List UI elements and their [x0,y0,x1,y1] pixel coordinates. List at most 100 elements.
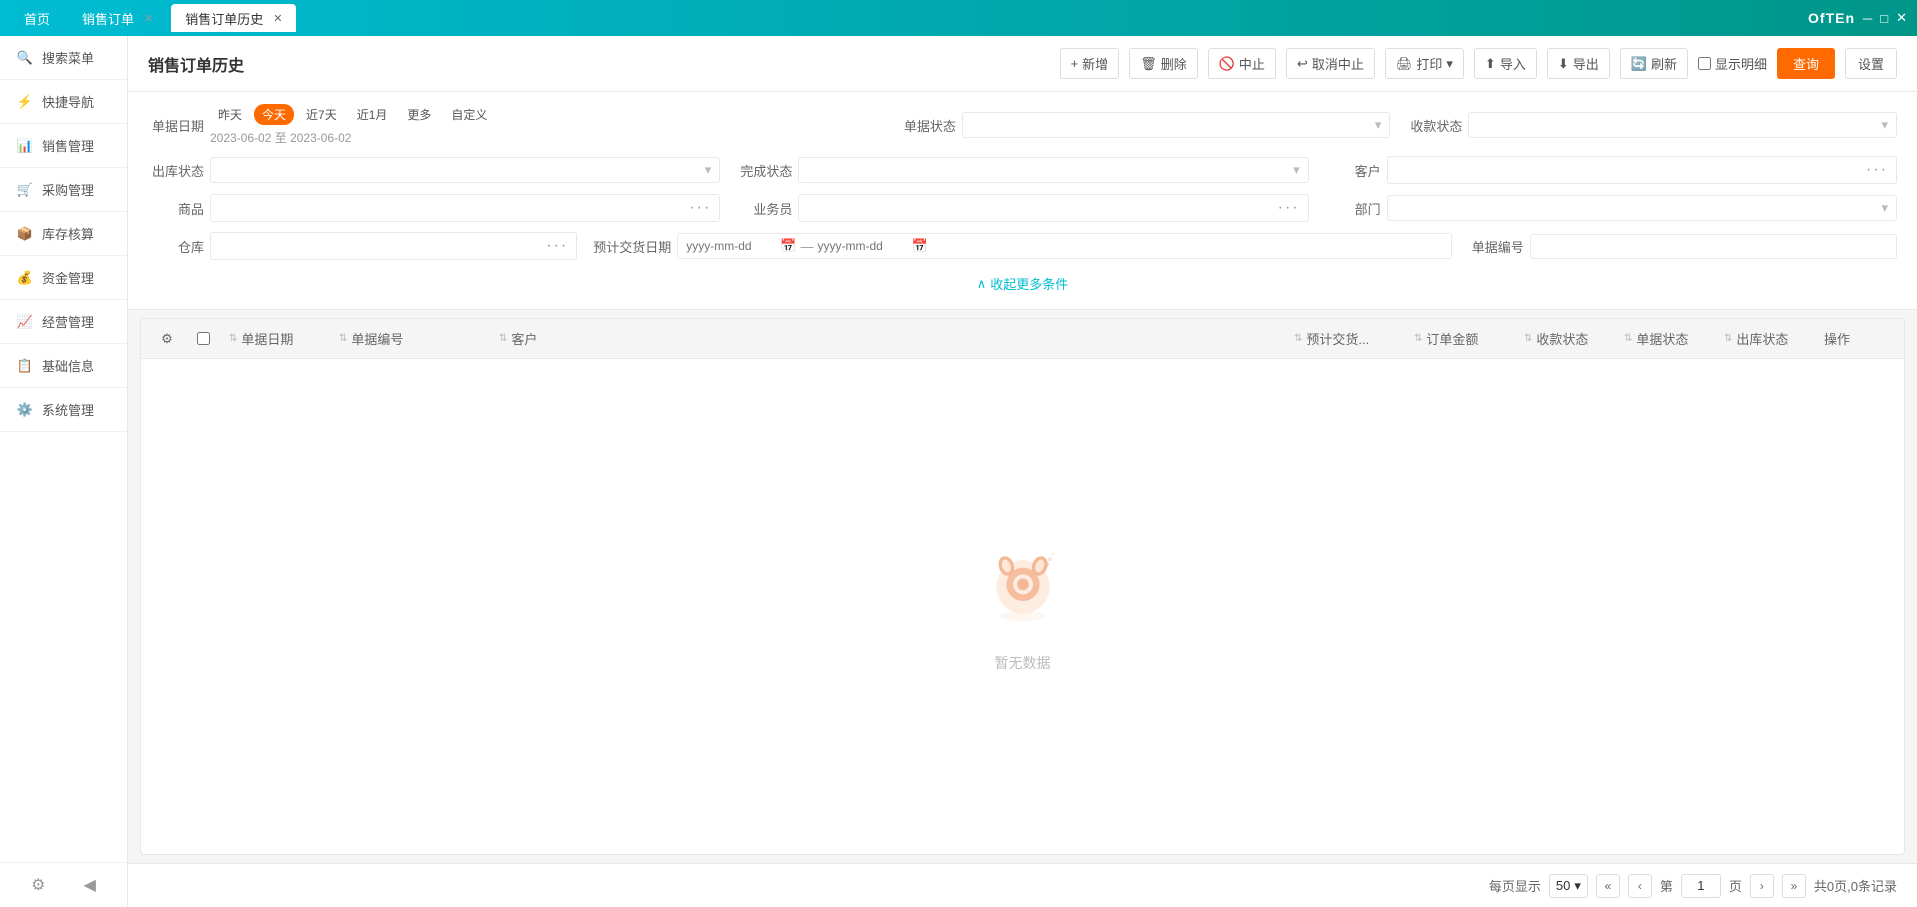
delivery-date-from[interactable] [686,239,776,253]
cancel-stop-button[interactable]: ↩ 取消中止 [1286,48,1375,79]
date-1month[interactable]: 近1月 [349,104,396,125]
date-7days[interactable]: 近7天 [298,104,345,125]
sort-icon-left[interactable]: ⇅ [229,333,237,344]
sidebar-item-operations[interactable]: 📈 经营管理 [0,300,127,344]
per-page-select[interactable]: 50 ▾ [1549,874,1588,898]
tab-sales-order-history[interactable]: 销售订单历史 ✕ [171,4,296,32]
warehouse-input-wrap[interactable]: ··· [210,232,577,260]
sort-icon-bill-no[interactable]: ⇅ [339,333,347,344]
bill-no-input-wrap[interactable] [1530,234,1897,259]
close-btn[interactable]: ✕ [1896,10,1907,26]
th-action-label: 操作 [1824,329,1850,348]
refresh-button[interactable]: 🔄 刷新 [1620,48,1688,79]
complete-status-chevron: ▾ [1293,162,1300,178]
date-today[interactable]: 今天 [254,104,294,125]
sidebar-item-quicknav[interactable]: ⚡ 快捷导航 [0,80,127,124]
bill-status-select[interactable]: ▾ [962,112,1391,138]
payment-status-select[interactable]: ▾ [1468,112,1897,138]
sort-icon-payment[interactable]: ⇅ [1524,333,1532,344]
minimize-btn[interactable]: ─ [1863,11,1872,26]
query-button[interactable]: 查询 [1777,48,1835,79]
sort-icon-outbound[interactable]: ⇅ [1724,333,1732,344]
new-button[interactable]: + 新增 [1060,48,1120,79]
sort-icon-amount[interactable]: ⇅ [1414,333,1422,344]
customer-label: 客户 [1325,161,1381,180]
sidebar-label-sales: 销售管理 [42,136,94,155]
outbound-status-select[interactable]: ▾ [210,157,720,183]
inventory-icon: 📦 [16,225,34,243]
sidebar-bottom: ⚙ ◀ [0,862,127,907]
tab-sales-order[interactable]: 销售订单 ✕ [68,4,167,32]
filter-complete-status: 完成状态 ▾ [736,157,1308,183]
display-columns-input[interactable] [1698,57,1711,70]
filter-warehouse: 仓库 ··· [148,232,577,260]
empty-state: 暂无数据 [141,359,1904,854]
sidebar-item-finance[interactable]: 💰 资金管理 [0,256,127,300]
sidebar-label-purchase: 采购管理 [42,180,94,199]
delivery-date-to[interactable] [817,239,907,253]
export-icon: ⬇ [1558,56,1569,72]
sort-icon-customer[interactable]: ⇅ [499,333,507,344]
goods-dots[interactable]: ··· [689,199,711,217]
display-columns-checkbox[interactable]: 显示明细 [1698,54,1767,73]
import-button[interactable]: ⬆ 导入 [1474,48,1537,79]
salesperson-dots[interactable]: ··· [1278,199,1300,217]
sidebar-item-basic-info[interactable]: 📋 基础信息 [0,344,127,388]
sort-icon-delivery[interactable]: ⇅ [1294,333,1302,344]
th-bill-no-label: 单据编号 [351,329,403,348]
sidebar-item-sales[interactable]: 📊 销售管理 [0,124,127,168]
date-custom[interactable]: 自定义 [443,104,495,125]
stop-button[interactable]: 🚫 中止 [1208,48,1276,79]
complete-status-select[interactable]: ▾ [798,157,1308,183]
last-page-btn[interactable]: » [1782,874,1806,898]
next-page-btn[interactable]: › [1750,874,1774,898]
filter-customer: 客户 ··· [1325,156,1897,184]
prev-page-btn[interactable]: ‹ [1628,874,1652,898]
sidebar-item-inventory[interactable]: 📦 库存核算 [0,212,127,256]
sidebar-collapse-btn[interactable]: ◀ [84,875,96,895]
sidebar-item-search[interactable]: 🔍 搜索菜单 [0,36,127,80]
sidebar-settings-btn[interactable]: ⚙ [31,875,45,895]
delete-button[interactable]: 🗑 删除 [1129,48,1198,79]
per-page-value: 50 [1556,878,1570,893]
sort-icon-status[interactable]: ⇅ [1624,333,1632,344]
setting-button[interactable]: 设置 [1845,48,1897,79]
tab-home[interactable]: 首页 [10,4,64,32]
sidebar-item-purchase[interactable]: 🛒 采购管理 [0,168,127,212]
goods-input-wrap[interactable]: ··· [210,194,720,222]
export-button[interactable]: ⬇ 导出 [1547,48,1610,79]
warehouse-input[interactable] [219,239,542,254]
collapse-chevron: ∧ [977,276,987,292]
dept-select[interactable]: ▾ [1387,195,1897,221]
calendar-icon-to[interactable]: 📅 [911,238,927,254]
date-yesterday[interactable]: 昨天 [210,104,250,125]
customer-input-wrap[interactable]: ··· [1387,156,1897,184]
first-page-btn[interactable]: « [1596,874,1620,898]
collapse-row[interactable]: ∧ 收起更多条件 [148,270,1897,297]
date-more[interactable]: 更多 [399,104,439,125]
customer-input[interactable] [1396,163,1862,178]
maximize-btn[interactable]: □ [1880,11,1888,26]
calendar-icon-from[interactable]: 📅 [780,238,796,254]
th-settings[interactable]: ⚙ [149,331,185,347]
bill-no-input[interactable] [1539,239,1888,254]
current-page-input[interactable] [1681,874,1721,898]
sidebar-item-system[interactable]: ⚙️ 系统管理 [0,388,127,432]
salesperson-input-wrap[interactable]: ··· [798,194,1308,222]
th-checkbox[interactable] [185,332,221,345]
salesperson-input[interactable] [807,201,1273,216]
complete-status-label: 完成状态 [736,161,792,180]
filter-delivery-date: 预计交货日期 📅 — 📅 [593,233,1452,259]
goods-input[interactable] [219,201,685,216]
tab-sales-order-label: 销售订单 [82,9,134,28]
th-delivery-label: 预计交货... [1306,329,1369,348]
close-tab-sales-order[interactable]: ✕ [144,12,153,25]
cancel-stop-icon: ↩ [1297,56,1308,72]
close-tab-sales-order-history[interactable]: ✕ [273,12,282,25]
print-chevron: ▾ [1446,56,1453,72]
customer-dots[interactable]: ··· [1866,161,1888,179]
delivery-date-range: 📅 — 📅 [677,233,1451,259]
warehouse-dots[interactable]: ··· [546,237,568,255]
select-all-checkbox[interactable] [197,332,210,345]
print-button[interactable]: 🖨 打印 ▾ [1385,48,1464,79]
